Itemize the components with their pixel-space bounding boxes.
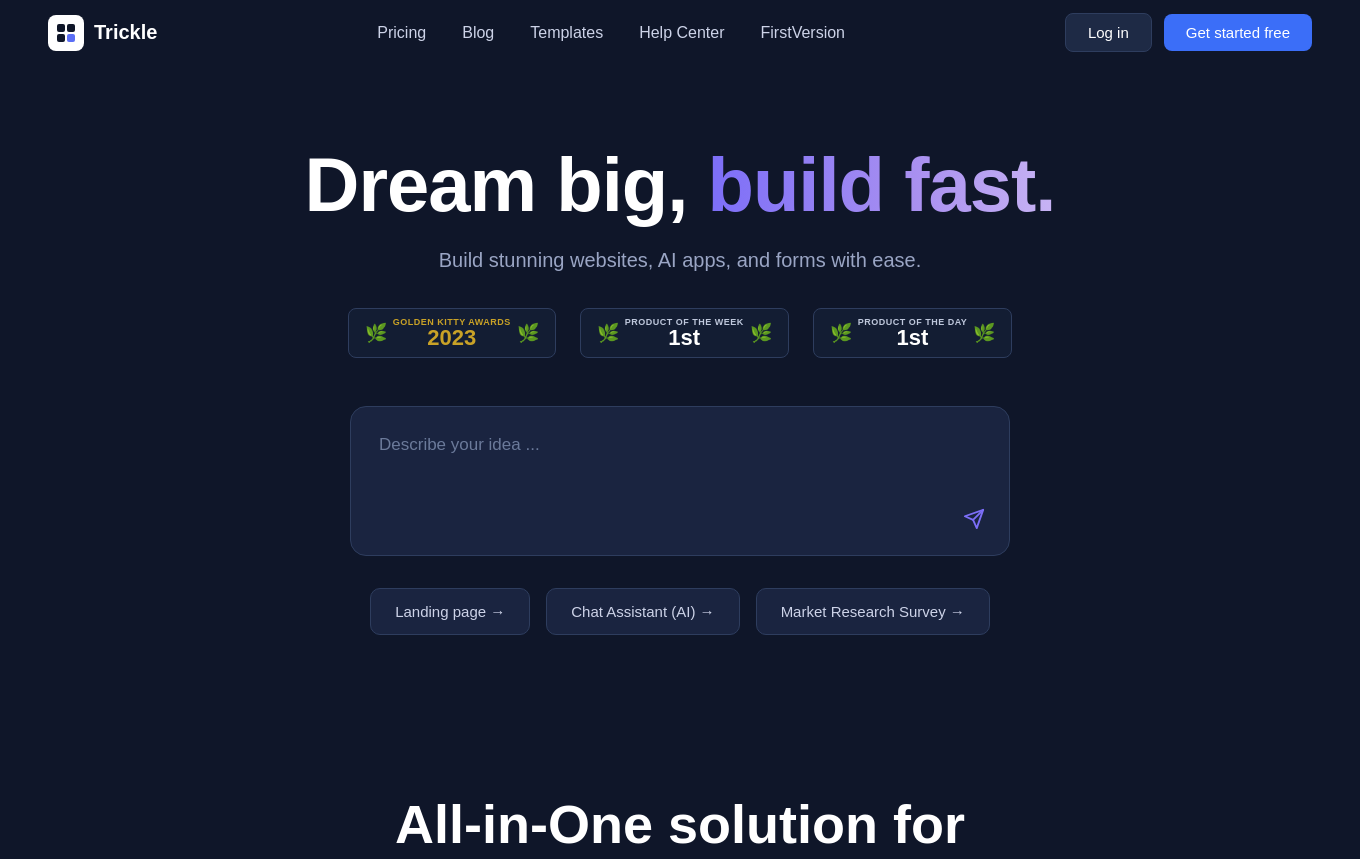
logo-text: Trickle xyxy=(94,21,157,44)
hero-section: Dream big, build fast. Build stunning we… xyxy=(0,65,1360,695)
badge-golden-kitty-value: 2023 xyxy=(393,327,511,349)
idea-input-box xyxy=(350,406,1010,556)
lower-section: All-in-One solution for smarter website … xyxy=(0,695,1360,859)
nav-link-pricing[interactable]: Pricing xyxy=(377,24,426,41)
get-started-button[interactable]: Get started free xyxy=(1164,14,1312,51)
hero-title-part2: build fast. xyxy=(707,142,1055,227)
badge-laurel-right: 🌿 xyxy=(517,322,539,344)
logo-icon xyxy=(48,15,84,51)
badge-week-laurel-left: 🌿 xyxy=(597,322,619,344)
login-button[interactable]: Log in xyxy=(1065,13,1152,52)
nav-link-help-center[interactable]: Help Center xyxy=(639,24,724,41)
badge-laurel-left: 🌿 xyxy=(365,322,387,344)
svg-rect-2 xyxy=(57,34,65,42)
suggestions-row: Landing page → Chat Assistant (AI) → Mar… xyxy=(370,588,990,635)
badge-week-laurel-right: 🌿 xyxy=(750,322,772,344)
navbar: Trickle Pricing Blog Templates Help Cent… xyxy=(0,0,1360,65)
badge-day-laurel-right: 🌿 xyxy=(973,322,995,344)
send-icon[interactable] xyxy=(963,508,985,535)
badge-product-day: 🌿 Product of the day 1st 🌿 xyxy=(813,308,1013,358)
badge-day-value: 1st xyxy=(858,327,968,349)
nav-actions: Log in Get started free xyxy=(1065,13,1312,52)
badge-week-value: 1st xyxy=(625,327,744,349)
suggestion-market-research[interactable]: Market Research Survey → xyxy=(756,588,990,635)
hero-subtitle: Build stunning websites, AI apps, and fo… xyxy=(439,249,922,272)
logo-link[interactable]: Trickle xyxy=(48,15,157,51)
badge-golden-kitty: 🌿 Golden Kitty Awards 2023 🌿 xyxy=(348,308,556,358)
nav-link-templates[interactable]: Templates xyxy=(530,24,603,41)
hero-title: Dream big, build fast. xyxy=(305,145,1056,225)
badges-row: 🌿 Golden Kitty Awards 2023 🌿 🌿 Product o… xyxy=(348,308,1013,358)
suggestion-landing-page[interactable]: Landing page → xyxy=(370,588,530,635)
lower-title-line1: All-in-One solution for xyxy=(395,794,965,854)
svg-rect-3 xyxy=(67,34,75,42)
svg-rect-1 xyxy=(67,24,75,32)
idea-textarea[interactable] xyxy=(379,435,981,515)
badge-product-week: 🌿 Product of the week 1st 🌿 xyxy=(580,308,789,358)
nav-link-first-version[interactable]: FirstVersion xyxy=(761,24,845,41)
svg-rect-0 xyxy=(57,24,65,32)
suggestion-chat-assistant[interactable]: Chat Assistant (AI) → xyxy=(546,588,739,635)
lower-title: All-in-One solution for smarter website … xyxy=(362,795,998,859)
badge-day-laurel-left: 🌿 xyxy=(830,322,852,344)
hero-title-part1: Dream big, xyxy=(305,142,688,227)
nav-links: Pricing Blog Templates Help Center First… xyxy=(377,24,845,42)
nav-link-blog[interactable]: Blog xyxy=(462,24,494,41)
lower-title-line2: smarter website creation xyxy=(362,853,998,859)
